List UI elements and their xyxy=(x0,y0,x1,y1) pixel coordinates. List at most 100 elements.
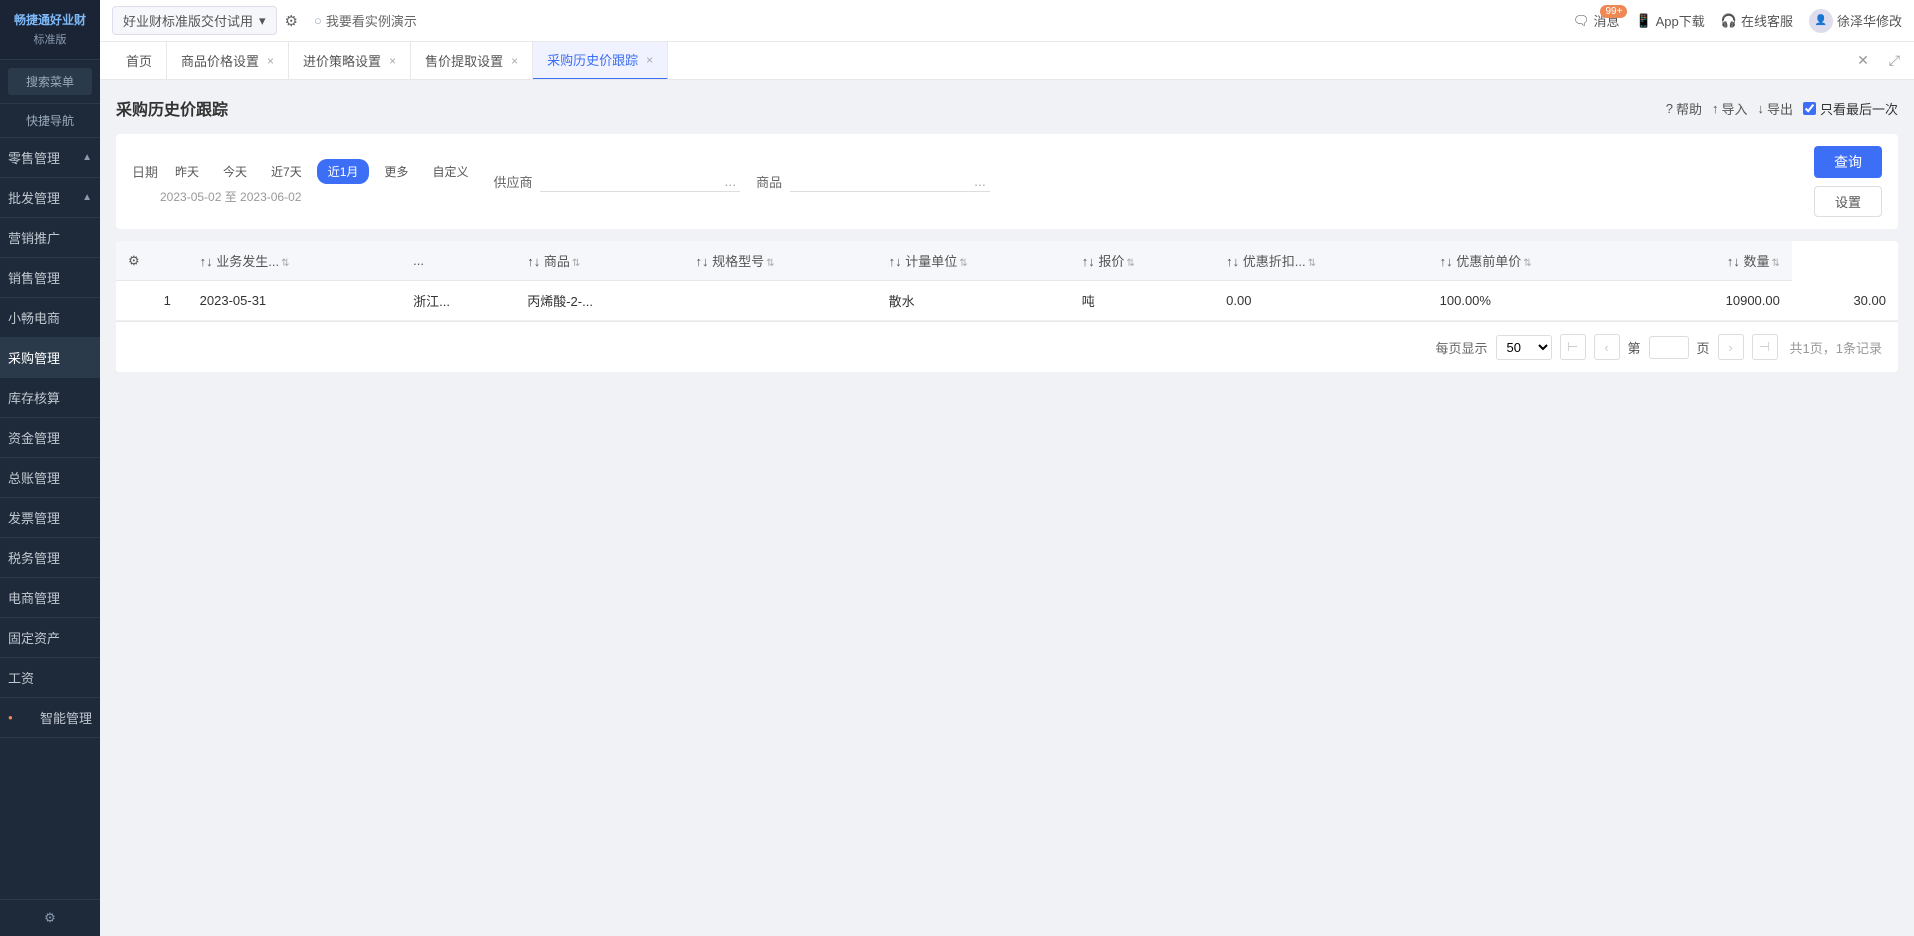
goods-label: 商品 xyxy=(756,172,782,191)
sidebar-item-sales[interactable]: 销售管理 xyxy=(0,258,100,298)
avatar: 👤 xyxy=(1809,9,1833,33)
close-tab-icon[interactable]: × xyxy=(389,54,396,68)
topbar-gear-button[interactable]: ⚙ xyxy=(285,12,298,30)
message-icon: 🗨 xyxy=(1573,13,1590,29)
last-only-checkbox[interactable] xyxy=(1803,102,1816,115)
sidebar-item-label: 资金管理 xyxy=(8,428,60,447)
import-button[interactable]: ↑ 导入 xyxy=(1712,99,1748,118)
sidebar-gear-button[interactable]: ⚙ xyxy=(0,899,100,936)
app-logo: 畅捷通好业财 标准版 xyxy=(0,0,100,60)
help-icon: ? xyxy=(1666,101,1673,116)
first-page-button[interactable]: ⊢ xyxy=(1560,334,1586,360)
version-label: 好业财标准版交付试用 xyxy=(123,11,253,30)
cell-goods: 丙烯酸-2-... xyxy=(515,281,683,321)
setting-button[interactable]: 设置 xyxy=(1814,186,1882,217)
col-discount: ↑↓ 优惠折扣...⇅ xyxy=(1214,241,1427,281)
search-menu-button[interactable]: 搜索菜单 xyxy=(8,68,92,95)
sidebar-item-tax[interactable]: 税务管理 xyxy=(0,538,100,578)
tab-price[interactable]: 商品价格设置× xyxy=(167,42,289,80)
query-button[interactable]: 查询 xyxy=(1814,146,1882,178)
sidebar-item-marketing[interactable]: 营销推广 xyxy=(0,218,100,258)
tab-home[interactable]: 首页 xyxy=(112,42,167,80)
help-link[interactable]: ? 帮助 xyxy=(1666,99,1702,118)
message-button[interactable]: 🗨 消息 99+ xyxy=(1573,11,1620,30)
version-selector[interactable]: 好业财标准版交付试用 ▾ xyxy=(112,6,277,35)
sidebar-item-label: 电商管理 xyxy=(8,588,60,607)
sidebar-item-invoice[interactable]: 发票管理 xyxy=(0,498,100,538)
goods-input[interactable] xyxy=(794,174,970,189)
sidebar-item-finance[interactable]: 资金管理 xyxy=(0,418,100,458)
sidebar-item-ecom[interactable]: 电商管理 xyxy=(0,578,100,618)
sidebar-item-label: 营销推广 xyxy=(8,228,60,247)
date-range-display: 2023-05-02 至 2023-06-02 xyxy=(160,188,477,205)
date-option-btn[interactable]: 自定义 xyxy=(423,159,477,184)
online-service-button[interactable]: 🎧 在线客服 xyxy=(1721,11,1793,30)
next-page-button[interactable]: › xyxy=(1718,334,1744,360)
sidebar-item-assets[interactable]: 固定资产 xyxy=(0,618,100,658)
gear-icon[interactable]: ⚙ xyxy=(128,253,140,268)
date-option-btn[interactable]: 更多 xyxy=(375,159,417,184)
sort-icon: ⇅ xyxy=(572,258,580,269)
demo-button[interactable]: ○ 我要看实例演示 xyxy=(314,11,417,30)
per-page-label: 每页显示 xyxy=(1435,338,1487,357)
col-spec: ↑↓ 规格型号⇅ xyxy=(683,241,876,281)
headset-icon: 🎧 xyxy=(1721,13,1737,29)
tabbar-actions: ✕ ⤢ xyxy=(1851,50,1914,71)
sort-icon: ⇅ xyxy=(959,258,967,269)
page-header: 采购历史价跟踪 ? 帮助 ↑ 导入 ↓ 导出 只看最后一次 xyxy=(116,96,1898,120)
supplier-filter: 供应商 ... xyxy=(493,171,740,192)
sidebar-item-label: 批发管理 xyxy=(8,188,60,207)
goods-dots-button[interactable]: ... xyxy=(974,173,986,189)
sidebar-item-payroll[interactable]: 工资 xyxy=(0,658,100,698)
per-page-select[interactable]: 2050100200 xyxy=(1496,335,1552,360)
col-num xyxy=(152,241,188,281)
export-button[interactable]: ↓ 导出 xyxy=(1757,99,1793,118)
sidebar-item-purchase[interactable]: 采购管理 xyxy=(0,338,100,378)
sidebar-search-section: 搜索菜单 xyxy=(0,60,100,104)
supplier-input[interactable] xyxy=(544,174,720,189)
sidebar-item-ledger[interactable]: 总账管理 xyxy=(0,458,100,498)
sidebar-item-label: 总账管理 xyxy=(8,468,60,487)
close-tab-icon[interactable]: × xyxy=(511,54,518,68)
sidebar-item-smart[interactable]: 智能管理 xyxy=(0,698,100,738)
sidebar-item-inventory[interactable]: 库存核算 xyxy=(0,378,100,418)
last-page-button[interactable]: ⊣ xyxy=(1752,334,1778,360)
page-number-input[interactable]: 1 xyxy=(1649,336,1689,359)
tab-label: 采购历史价跟踪 xyxy=(547,50,638,69)
date-option-btn[interactable]: 昨天 xyxy=(166,159,208,184)
tab-label: 首页 xyxy=(126,51,152,70)
date-option-btn[interactable]: 近1月 xyxy=(317,159,370,184)
app-label: App下载 xyxy=(1656,11,1705,30)
close-tab-icon[interactable]: × xyxy=(267,54,274,68)
supplier-dots-button[interactable]: ... xyxy=(724,173,736,189)
content-area: 采购历史价跟踪 ? 帮助 ↑ 导入 ↓ 导出 只看最后一次 xyxy=(100,80,1914,936)
close-tab-icon[interactable]: × xyxy=(646,53,653,67)
date-option-btn[interactable]: 近7天 xyxy=(262,159,311,184)
tab-sale-price[interactable]: 售价提取设置× xyxy=(411,42,533,80)
quick-nav-button[interactable]: 快捷导航 xyxy=(0,104,100,138)
user-menu-button[interactable]: 👤 徐泽华修改 xyxy=(1809,9,1902,33)
sidebar-item-label: 库存核算 xyxy=(8,388,60,407)
sidebar-item-wholesale[interactable]: 批发管理▲ xyxy=(0,178,100,218)
sort-icon: ⇅ xyxy=(281,258,289,269)
tab-history-price[interactable]: 采购历史价跟踪 × xyxy=(533,42,668,80)
app-download-button[interactable]: 📱 App下载 xyxy=(1635,11,1704,30)
close-tab-button[interactable]: ✕ xyxy=(1851,50,1875,71)
sort-icon: ⇅ xyxy=(1308,258,1316,269)
last-only-label[interactable]: 只看最后一次 xyxy=(1803,99,1898,118)
col-price: ↑↓ 报价⇅ xyxy=(1070,241,1214,281)
main-area: 好业财标准版交付试用 ▾ ⚙ ○ 我要看实例演示 🗨 消息 99+ 📱 App下… xyxy=(100,0,1914,936)
sidebar-item-label: 发票管理 xyxy=(8,508,60,527)
sidebar-item-ecom-small[interactable]: 小畅电商 xyxy=(0,298,100,338)
cell-spec xyxy=(683,281,876,321)
col-goods: ↑↓ 商品⇅ xyxy=(515,241,683,281)
logo-title: 畅捷通好业财 xyxy=(14,12,86,29)
tab-purchase-strategy[interactable]: 进价策略设置× xyxy=(289,42,411,80)
prev-page-button[interactable]: ‹ xyxy=(1594,334,1620,360)
date-option-btn[interactable]: 今天 xyxy=(214,159,256,184)
export-icon: ↓ xyxy=(1757,101,1764,116)
sidebar-item-label: 固定资产 xyxy=(8,628,60,647)
sidebar-item-retail[interactable]: 零售管理▲ xyxy=(0,138,100,178)
expand-button[interactable]: ⤢ xyxy=(1883,50,1906,71)
tabs-container: 首页商品价格设置×进价策略设置×售价提取设置× 采购历史价跟踪 × xyxy=(112,42,668,79)
